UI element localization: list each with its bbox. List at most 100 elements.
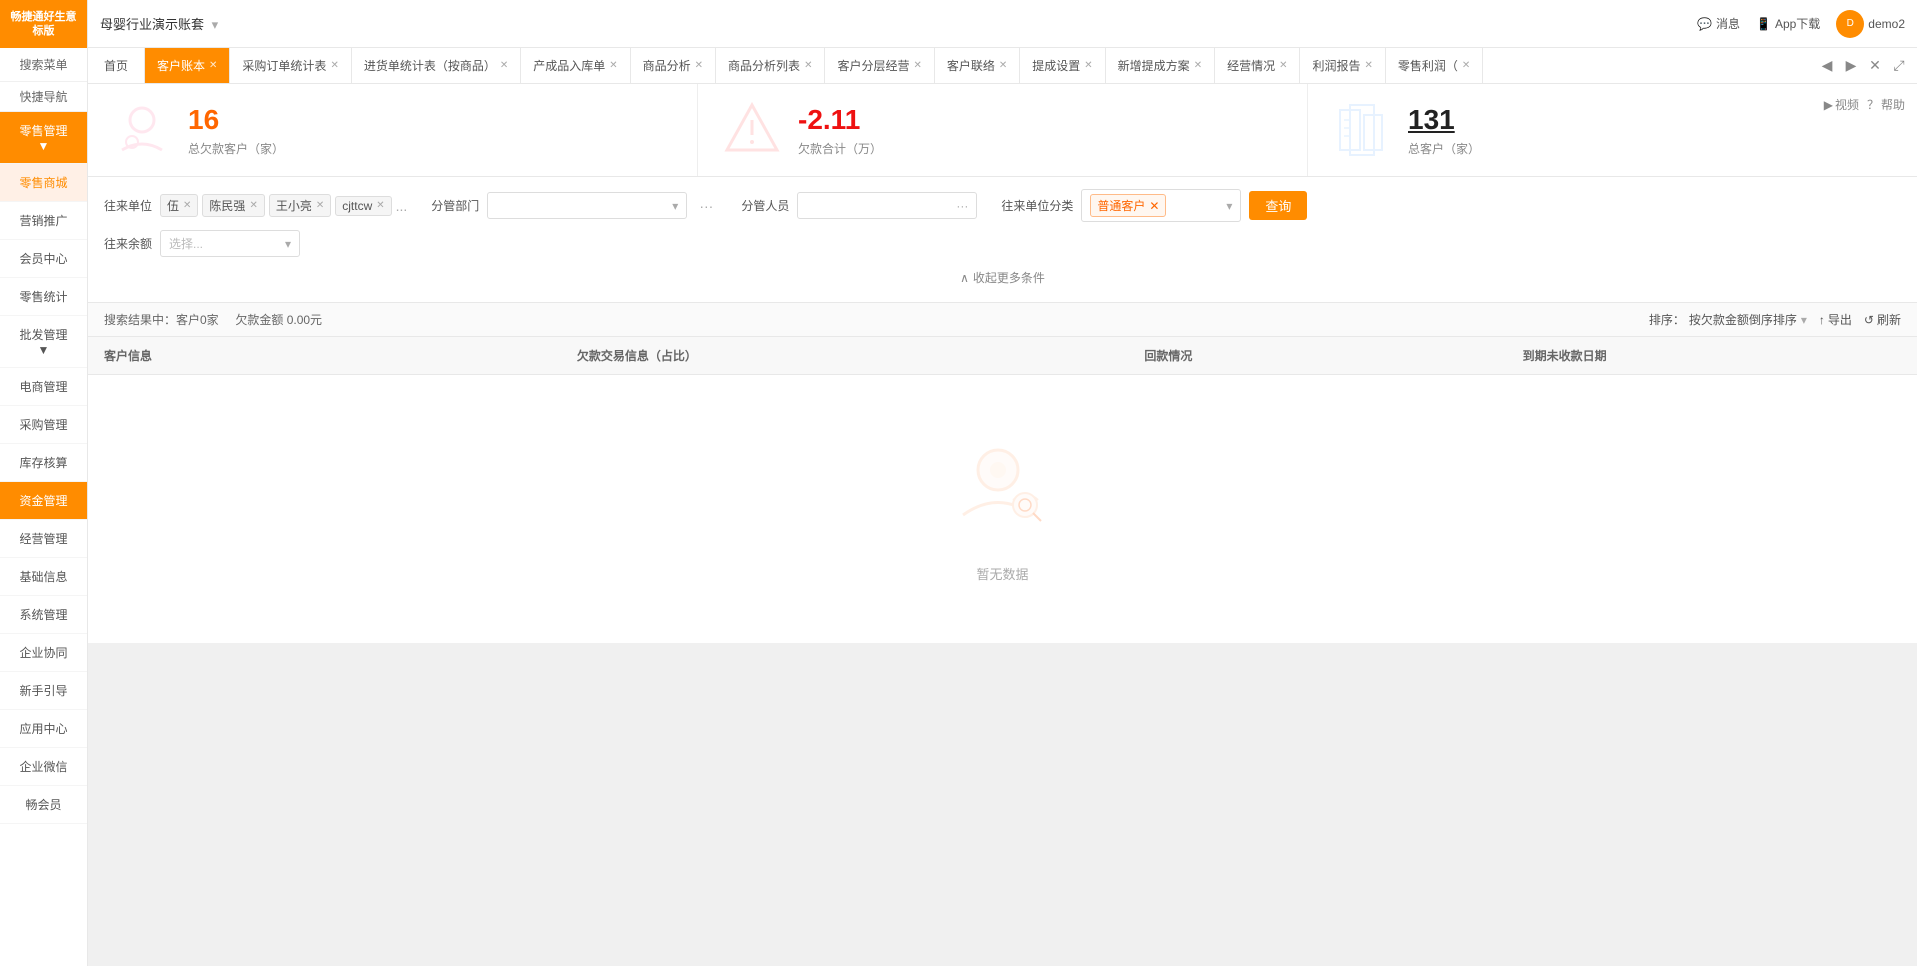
tab-scroll-left[interactable]: ◀: [1817, 56, 1837, 76]
sidebar-item-quick-nav[interactable]: 快捷导航: [0, 82, 87, 112]
filter-area: 往来单位 伍 ✕ 陈民强 ✕ 王小亮 ✕ cjttcw: [88, 177, 1917, 303]
app-download-label: App下载: [1775, 15, 1820, 32]
tab-purchase-order-stats[interactable]: 采购订单统计表 ✕: [230, 48, 351, 84]
tab-home[interactable]: 首页: [88, 48, 145, 84]
dept-more-btn[interactable]: ···: [695, 198, 717, 214]
tab-close-product-storage[interactable]: ✕: [609, 60, 617, 71]
sidebar-item-search[interactable]: 搜索菜单: [0, 48, 87, 82]
app-download-btn[interactable]: 📱 App下载: [1756, 15, 1820, 32]
sidebar-item-basic-info[interactable]: 基础信息: [0, 558, 87, 596]
nav-tabs: 首页 客户账本 ✕ 采购订单统计表 ✕ 进货单统计表（按商品） ✕ 产成品入库单…: [88, 48, 1917, 84]
user-profile[interactable]: D demo2: [1836, 10, 1905, 38]
overdue-amount-icon: [722, 100, 782, 160]
sidebar-item-marketing[interactable]: 营销推广: [0, 202, 87, 240]
tab-retail-profit[interactable]: 零售利润（ ✕: [1386, 48, 1483, 84]
sidebar-item-finance[interactable]: 资金管理: [0, 482, 87, 520]
tab-close-customer-strat[interactable]: ✕: [913, 60, 921, 71]
tab-close-product-analysis[interactable]: ✕: [695, 60, 703, 71]
tab-close-new-commission[interactable]: ✕: [1194, 60, 1202, 71]
unit-tag-chen-remove[interactable]: ✕: [249, 200, 257, 211]
sidebar-item-member-center[interactable]: 会员中心: [0, 240, 87, 278]
tab-scroll-right[interactable]: ▶: [1841, 56, 1861, 76]
message-icon: 💬: [1697, 17, 1712, 31]
tab-close-operations[interactable]: ✕: [1279, 60, 1287, 71]
tab-operations[interactable]: 经营情况 ✕: [1215, 48, 1300, 84]
tab-purchase-stats-product[interactable]: 进货单统计表（按商品） ✕: [352, 48, 521, 84]
user-avatar: D: [1836, 10, 1864, 38]
account-dropdown-icon[interactable]: ▾: [212, 17, 219, 32]
topbar-right: 💬 消息 📱 App下载 D demo2: [1697, 10, 1905, 38]
person-selector[interactable]: ···: [797, 192, 977, 219]
summary-info-total: 131 总客户（家）: [1408, 104, 1480, 157]
video-help-area: ▶ 视频 ？ 帮助: [1824, 96, 1905, 113]
sidebar-item-member[interactable]: 畅会员: [0, 786, 87, 824]
tab-close-commission[interactable]: ✕: [1084, 60, 1092, 71]
tab-close-purchase-product[interactable]: ✕: [500, 60, 508, 71]
sidebar-item-enterprise-wechat[interactable]: 企业微信: [0, 748, 87, 786]
export-btn[interactable]: ↑ 导出: [1819, 311, 1852, 328]
sidebar-item-retail-mall[interactable]: 零售商城: [0, 164, 87, 202]
tab-close-customer-contact[interactable]: ✕: [999, 60, 1007, 71]
balance-filter-label: 往来余额: [104, 235, 152, 252]
overdue-amount-text: 欠款金额 0.00元: [235, 313, 322, 327]
overdue-amount-label: 欠款合计（万）: [798, 140, 882, 157]
sidebar-item-newbie-guide[interactable]: 新手引导: [0, 672, 87, 710]
table-col-collection: 回款情况: [1144, 347, 1522, 364]
refresh-btn[interactable]: ↺ 刷新: [1864, 311, 1901, 328]
filter-row-2: 往来余额 选择... ▾: [104, 230, 1901, 257]
account-selector[interactable]: 母婴行业演示账套 ▾: [100, 14, 218, 33]
table-col-due-date: 到期未收款日期: [1523, 347, 1901, 364]
tab-close-profit[interactable]: ✕: [1365, 60, 1373, 71]
tab-customer-ledger[interactable]: 客户账本 ✕: [145, 48, 230, 84]
collapse-btn[interactable]: ∧ 收起更多条件: [104, 265, 1901, 290]
tab-customer-stratification[interactable]: 客户分层经营 ✕: [825, 48, 934, 84]
tab-product-analysis-list[interactable]: 商品分析列表 ✕: [716, 48, 825, 84]
sidebar-item-wholesale-mgmt[interactable]: 批发管理 ▼: [0, 316, 87, 368]
tab-commission-setting[interactable]: 提成设置 ✕: [1020, 48, 1105, 84]
empty-text: 暂无数据: [976, 564, 1028, 583]
message-btn[interactable]: 💬 消息: [1697, 15, 1740, 32]
sidebar-item-system[interactable]: 系统管理: [0, 596, 87, 634]
unit-tags: 伍 ✕ 陈民强 ✕ 王小亮 ✕ cjttcw ✕ ...: [160, 194, 407, 217]
help-btn[interactable]: ？ 帮助: [1867, 96, 1905, 113]
sidebar-item-retail-mgmt[interactable]: 零售管理 ▼: [0, 112, 87, 164]
unit-tag-wu: 伍 ✕: [160, 194, 198, 217]
tab-product-storage[interactable]: 产成品入库单 ✕: [521, 48, 630, 84]
tab-profit-report[interactable]: 利润报告 ✕: [1300, 48, 1385, 84]
message-label: 消息: [1716, 15, 1740, 32]
tab-product-analysis[interactable]: 商品分析 ✕: [631, 48, 716, 84]
category-tag-remove[interactable]: ✕: [1149, 199, 1159, 213]
overdue-amount-number: -2.11: [798, 104, 882, 136]
tab-close-all[interactable]: ✕: [1865, 56, 1885, 76]
sidebar-item-retail-stats[interactable]: 零售统计: [0, 278, 87, 316]
tab-new-commission[interactable]: 新增提成方案 ✕: [1106, 48, 1215, 84]
export-icon: ↑: [1819, 313, 1825, 327]
result-info: 搜索结果中：客户0家 欠款金额 0.00元: [104, 311, 322, 328]
sort-selector[interactable]: 排序： 按欠款金额倒序排序 ▾: [1649, 311, 1807, 328]
tab-customer-contact[interactable]: 客户联络 ✕: [935, 48, 1020, 84]
sidebar-item-ecommerce[interactable]: 电商管理: [0, 368, 87, 406]
sidebar-item-operations[interactable]: 经营管理: [0, 520, 87, 558]
unit-tag-wang-remove[interactable]: ✕: [316, 200, 324, 211]
more-tags-btn[interactable]: ...: [396, 198, 408, 214]
tab-close-retail-profit[interactable]: ✕: [1462, 60, 1470, 71]
summary-card-overdue-customers: 16 总欠款客户（家）: [88, 84, 698, 176]
sidebar-item-enterprise-collab[interactable]: 企业协同: [0, 634, 87, 672]
query-button[interactable]: 查询: [1249, 191, 1307, 220]
unit-tag-wu-remove[interactable]: ✕: [183, 200, 191, 211]
tab-expand[interactable]: ⤢: [1889, 56, 1909, 76]
category-tag-selected: 普通客户 ✕: [1090, 194, 1166, 217]
sidebar: 畅捷通好生意 标版 搜索菜单 快捷导航 零售管理 ▼ 零售商城 营销推广 会员中…: [0, 0, 88, 966]
unit-tag-cjttcw-remove[interactable]: ✕: [376, 200, 384, 211]
tab-close-customer-ledger[interactable]: ✕: [209, 60, 217, 71]
balance-selector[interactable]: 选择... ▾: [160, 230, 300, 257]
sidebar-item-inventory[interactable]: 库存核算: [0, 444, 87, 482]
tab-close-purchase-order[interactable]: ✕: [330, 60, 338, 71]
dept-selector[interactable]: ▾: [487, 192, 687, 219]
sidebar-item-app-center[interactable]: 应用中心: [0, 710, 87, 748]
video-btn[interactable]: ▶ 视频: [1824, 96, 1859, 113]
sidebar-item-purchase[interactable]: 采购管理: [0, 406, 87, 444]
category-selector[interactable]: 普通客户 ✕ ▾: [1081, 189, 1241, 222]
tab-close-product-analysis-list[interactable]: ✕: [804, 60, 812, 71]
collapse-icon: ∧: [960, 271, 969, 285]
